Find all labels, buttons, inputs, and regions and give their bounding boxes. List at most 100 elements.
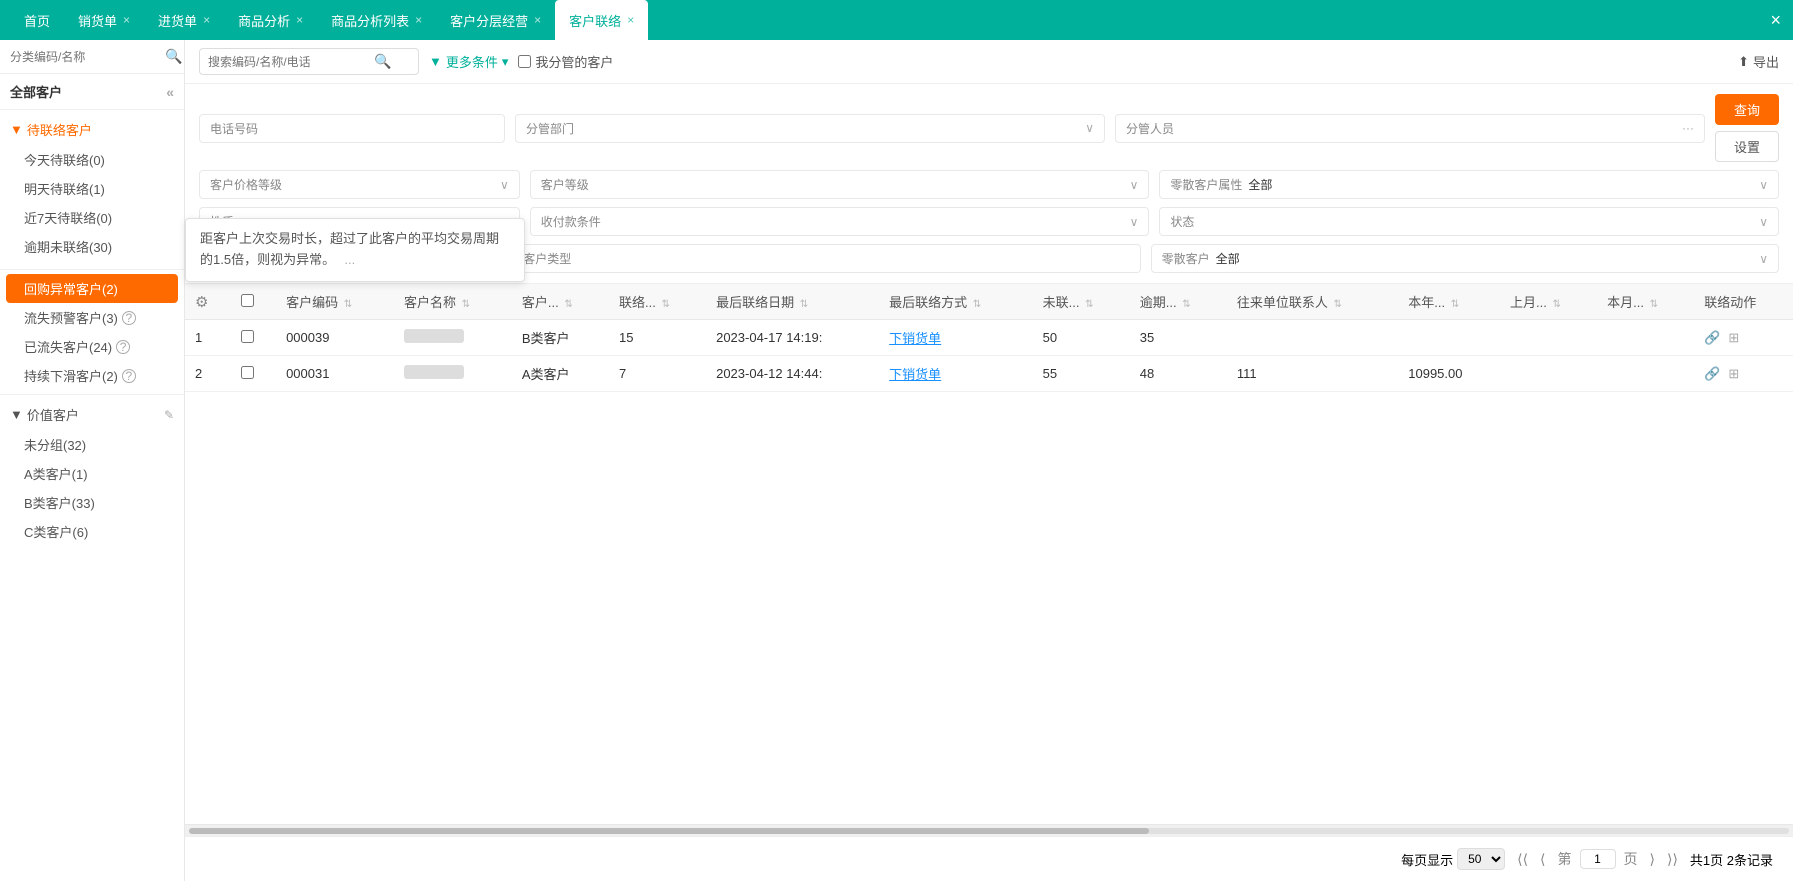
sidebar-item-class-a[interactable]: A类客户(1) [0, 459, 184, 488]
col-unlisted-header: 未联... ⇅ [1033, 284, 1130, 320]
my-customers-checkbox-label[interactable]: 我分管的客户 [518, 52, 613, 71]
sidebar-search-icon[interactable]: 🔍 [165, 48, 182, 65]
action-more-icon-2[interactable]: ⊞ [1728, 366, 1739, 382]
nav-customer-contact[interactable]: 客户联络 × [555, 0, 648, 40]
export-button[interactable]: ⬆ 导出 [1738, 52, 1779, 71]
table-settings-icon[interactable]: ⚙ [195, 294, 208, 311]
filter-branch-dept[interactable]: 分管部门 ∨ [515, 114, 1105, 143]
page-number-input[interactable] [1580, 849, 1616, 869]
sidebar-collapse-icon[interactable]: « [166, 84, 174, 100]
sidebar-item-today-pending[interactable]: 今天待联络(0) [0, 145, 184, 174]
cell-contact-count-2: 7 [609, 356, 706, 392]
sidebar-search-input[interactable] [10, 50, 165, 64]
col-last-date-sort-icon[interactable]: ⇅ [800, 299, 808, 310]
sidebar-divider-1 [0, 269, 184, 270]
action-more-icon-1[interactable]: ⊞ [1728, 330, 1739, 346]
nav-home[interactable]: 首页 [10, 0, 64, 40]
action-link-icon-2[interactable]: 🔗 [1704, 366, 1720, 382]
search-input[interactable] [208, 55, 368, 69]
col-type-sort-icon[interactable]: ⇅ [564, 299, 572, 310]
page-next-icon[interactable]: ⟩ [1646, 849, 1659, 870]
sidebar-item-continuous-drop[interactable]: 持续下滑客户(2) ? [0, 361, 184, 390]
horizontal-scrollbar[interactable] [185, 824, 1793, 836]
cell-checkbox-2[interactable] [231, 356, 276, 392]
col-this-month-sort-icon[interactable]: ⇅ [1650, 299, 1658, 310]
filter-buttons: 查询 设置 [1715, 94, 1779, 162]
sidebar-item-already-lost[interactable]: 已流失客户(24) ? [0, 332, 184, 361]
my-customers-checkbox[interactable] [518, 55, 531, 68]
window-close-button[interactable]: × [1770, 10, 1781, 31]
sidebar-item-class-c[interactable]: C类客户(6) [0, 517, 184, 546]
nav-customer-layered[interactable]: 客户分层经营 × [436, 0, 555, 40]
sidebar-item-abnormal-repurchase[interactable]: 回购异常客户(2) ? [6, 274, 178, 303]
filter-retail-attr[interactable]: 零散客户属性 全部 ∨ [1159, 170, 1779, 199]
main-layout: 🔍 全部客户 « ▼ 待联络客户 今天待联络(0) 明天待联络(1) 近7天待联… [0, 40, 1793, 881]
col-code-sort-icon[interactable]: ⇅ [344, 299, 352, 310]
last-method-link-1[interactable]: 下销货单 [889, 331, 941, 346]
sidebar-item-ungrouped[interactable]: 未分组(32) [0, 430, 184, 459]
close-customer-contact-icon[interactable]: × [627, 13, 634, 27]
filter-retail-customer[interactable]: 零散客户 全部 ∨ [1151, 244, 1779, 273]
last-method-link-2[interactable]: 下销货单 [889, 367, 941, 382]
close-product-analysis-icon[interactable]: × [296, 13, 303, 27]
value-group-edit-icon[interactable]: ✎ [164, 408, 174, 422]
scrollbar-thumb[interactable] [189, 828, 1149, 834]
filter-branch-person[interactable]: 分管人员 ··· [1115, 114, 1705, 143]
action-icons-1: 🔗 ⊞ [1704, 330, 1783, 346]
per-page-label: 每页显示 [1401, 850, 1453, 869]
toolbar-search-icon[interactable]: 🔍 [374, 53, 391, 70]
pending-group-title[interactable]: ▼ 待联络客户 [0, 114, 184, 145]
filter-row-2: 客户价格等级 ∨ 客户等级 ∨ 零散客户属性 全部 ∨ [199, 170, 1779, 199]
filter-customer-price[interactable]: 客户价格等级 ∨ [199, 170, 520, 199]
nav-product-analysis[interactable]: 商品分析 × [224, 0, 317, 40]
cell-checkbox-1[interactable] [231, 320, 276, 356]
cell-name-2 [394, 356, 512, 392]
query-button[interactable]: 查询 [1715, 94, 1779, 125]
close-customer-layered-icon[interactable]: × [534, 13, 541, 27]
setting-button[interactable]: 设置 [1715, 131, 1779, 162]
nav-product-analysis-list[interactable]: 商品分析列表 × [317, 0, 436, 40]
tooltip-more-icon[interactable]: ... [344, 252, 355, 267]
per-page-select[interactable]: 50 [1457, 848, 1505, 870]
col-settings[interactable]: ⚙ [185, 284, 231, 320]
sidebar-item-overdue-pending[interactable]: 逾期未联络(30) [0, 232, 184, 261]
col-contact-person-sort-icon[interactable]: ⇅ [1334, 299, 1342, 310]
filter-customer-type[interactable]: 客户类型 [512, 244, 1140, 273]
sidebar-item-7day-pending[interactable]: 近7天待联络(0) [0, 203, 184, 232]
col-name-sort-icon[interactable]: ⇅ [462, 299, 470, 310]
branch-person-dots-icon[interactable]: ··· [1682, 121, 1694, 135]
col-contact-count-sort-icon[interactable]: ⇅ [661, 299, 669, 310]
more-conditions-button[interactable]: ▼ 更多条件 ▾ [429, 52, 508, 71]
cell-this-month-1 [1597, 320, 1694, 356]
row-checkbox-2[interactable] [241, 366, 254, 379]
abnormal-info-icon: ? [122, 282, 136, 296]
close-sales-order-icon[interactable]: × [123, 13, 130, 27]
row-checkbox-1[interactable] [241, 330, 254, 343]
sidebar-item-tomorrow-pending[interactable]: 明天待联络(1) [0, 174, 184, 203]
per-page-selector: 每页显示 50 [1401, 848, 1505, 870]
filter-status[interactable]: 状态 ∨ [1159, 207, 1779, 236]
col-last-month-sort-icon[interactable]: ⇅ [1552, 299, 1560, 310]
sidebar-all-customers-header: 全部客户 « [0, 74, 184, 110]
filter-customer-level[interactable]: 客户等级 ∨ [530, 170, 1150, 199]
nav-purchase-order[interactable]: 进货单 × [144, 0, 224, 40]
close-product-analysis-list-icon[interactable]: × [415, 13, 422, 27]
page-prev-icon[interactable]: ⟨ [1536, 849, 1549, 870]
col-overdue-sort-icon[interactable]: ⇅ [1182, 299, 1190, 310]
value-group-arrow-icon: ▼ [10, 407, 23, 422]
lost-warning-info-icon: ? [122, 311, 136, 325]
col-unlisted-sort-icon[interactable]: ⇅ [1085, 299, 1093, 310]
page-input-wrapper [1580, 849, 1616, 869]
sidebar-item-class-b[interactable]: B类客户(33) [0, 488, 184, 517]
filter-payment[interactable]: 收付款条件 ∨ [530, 207, 1150, 236]
value-customer-group-title[interactable]: ▼ 价值客户 ✎ [0, 399, 184, 430]
page-first-icon[interactable]: ⟨⟨ [1513, 849, 1532, 870]
nav-sales-order[interactable]: 销货单 × [64, 0, 144, 40]
action-link-icon-1[interactable]: 🔗 [1704, 330, 1720, 346]
col-this-year-sort-icon[interactable]: ⇅ [1451, 299, 1459, 310]
page-last-icon[interactable]: ⟩⟩ [1663, 849, 1682, 870]
close-purchase-order-icon[interactable]: × [203, 13, 210, 27]
select-all-checkbox[interactable] [241, 294, 254, 307]
sidebar-item-lost-warning[interactable]: 流失预警客户(3) ? [0, 303, 184, 332]
col-last-method-sort-icon[interactable]: ⇅ [973, 299, 981, 310]
